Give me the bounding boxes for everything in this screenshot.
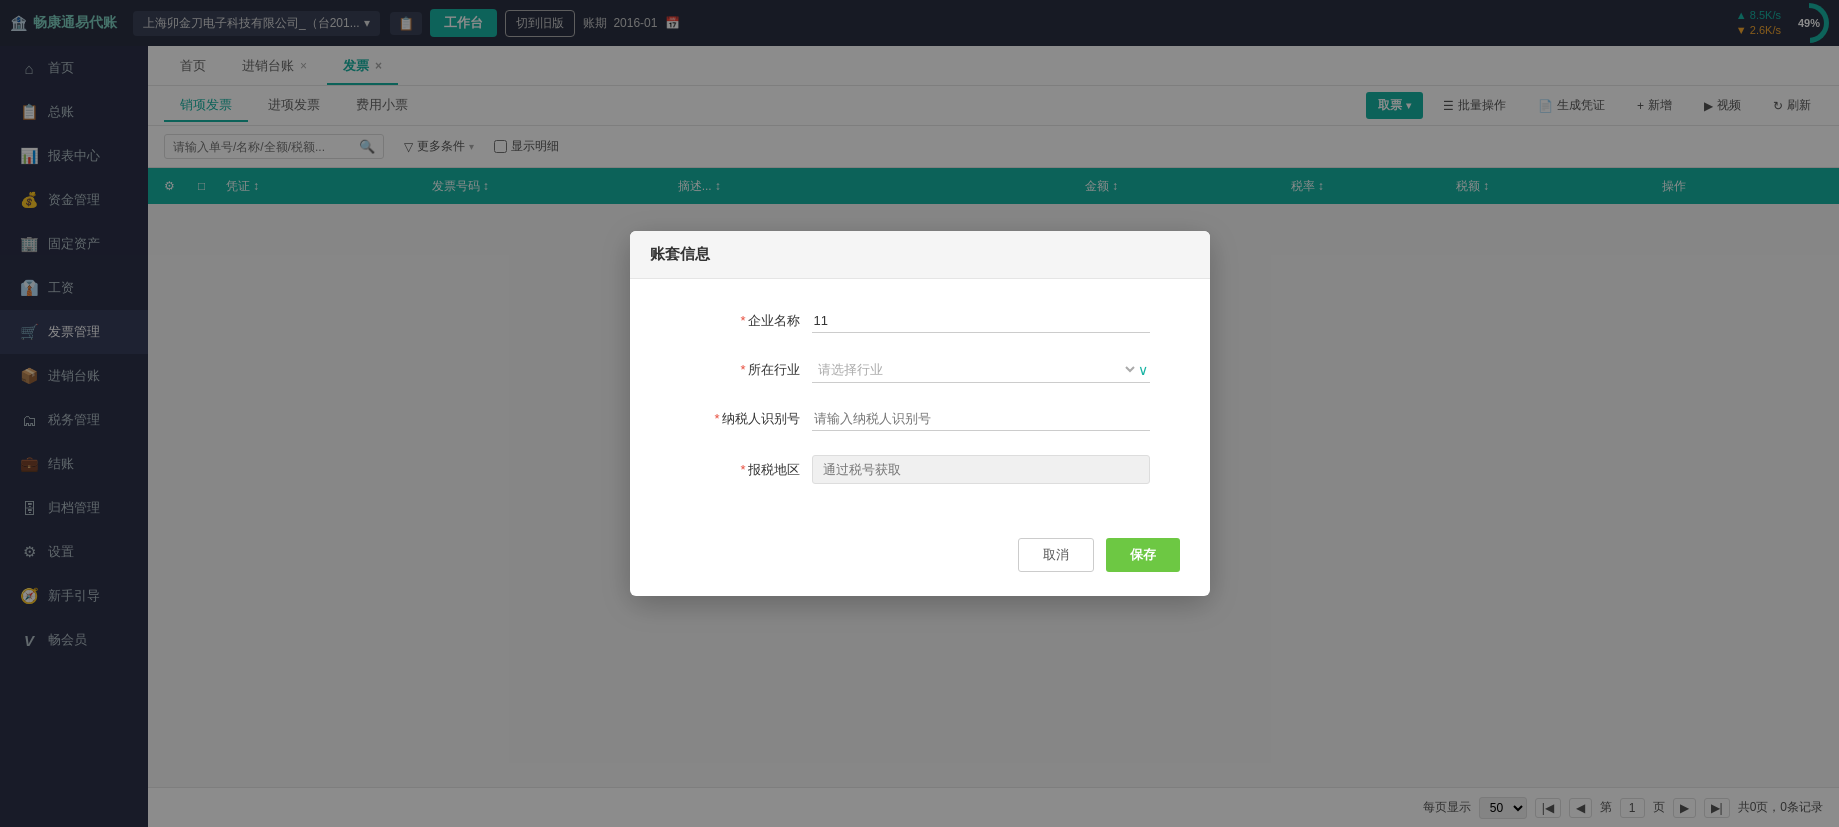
account-info-dialog: 账套信息 *企业名称 *所在行业 请选择行业 ∨: [630, 231, 1210, 596]
dialog-body: *企业名称 *所在行业 请选择行业 ∨ *纳税人识别号: [630, 279, 1210, 528]
dialog-header: 账套信息: [630, 231, 1210, 279]
form-row-region: *报税地区: [690, 455, 1150, 484]
industry-select[interactable]: 请选择行业: [814, 361, 1138, 378]
tax-region-input: [812, 455, 1150, 484]
label-region: *报税地区: [690, 461, 800, 479]
taxid-input[interactable]: [812, 407, 1150, 431]
dialog-title: 账套信息: [650, 245, 710, 262]
dropdown-arrow-icon: ∨: [1138, 362, 1148, 378]
modal-overlay: 账套信息 *企业名称 *所在行业 请选择行业 ∨: [0, 0, 1839, 827]
label-taxid: *纳税人识别号: [690, 410, 800, 428]
form-row-company: *企业名称: [690, 309, 1150, 333]
company-name-input[interactable]: [812, 309, 1150, 333]
form-row-taxid: *纳税人识别号: [690, 407, 1150, 431]
label-company: *企业名称: [690, 312, 800, 330]
form-row-industry: *所在行业 请选择行业 ∨: [690, 357, 1150, 383]
cancel-button[interactable]: 取消: [1018, 538, 1094, 572]
dialog-footer: 取消 保存: [630, 528, 1210, 596]
label-industry: *所在行业: [690, 361, 800, 379]
save-button[interactable]: 保存: [1106, 538, 1180, 572]
industry-select-wrap: 请选择行业 ∨: [812, 357, 1150, 383]
